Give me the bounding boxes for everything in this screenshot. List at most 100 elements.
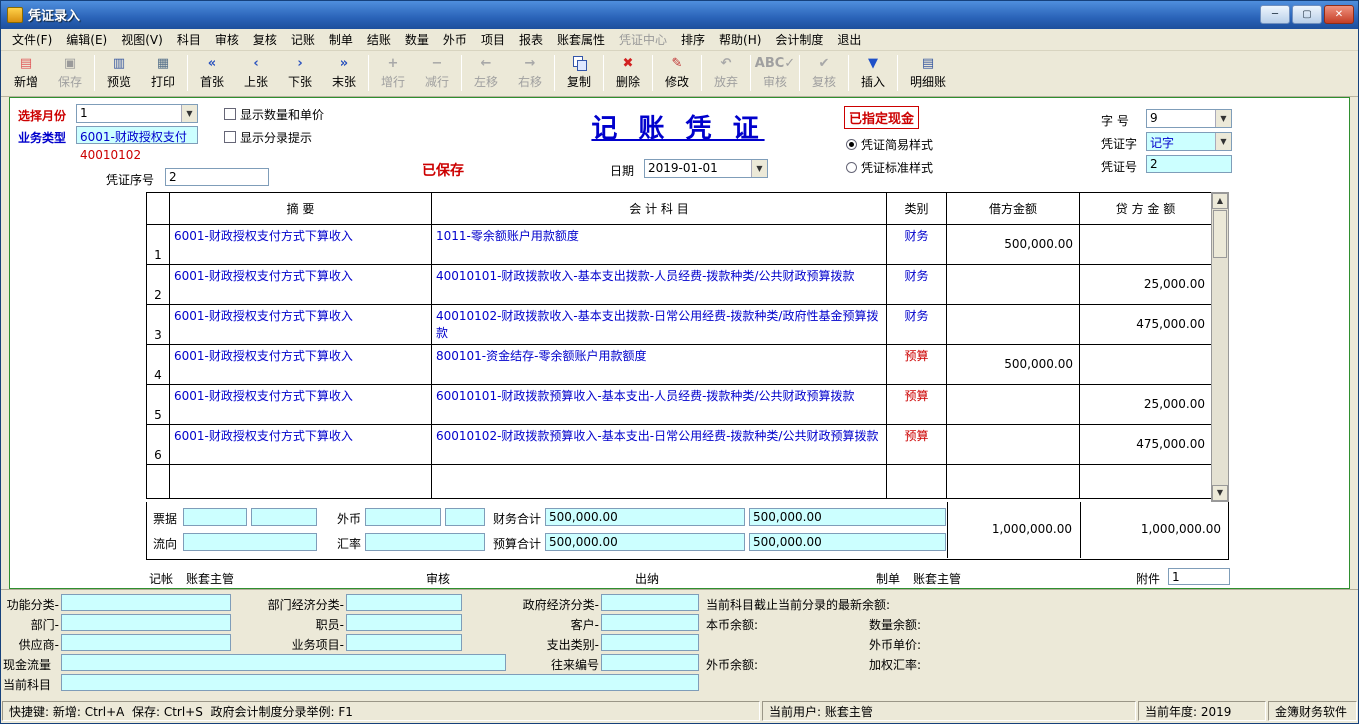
menu-file[interactable]: 文件(F) — [5, 29, 59, 50]
attachment-count-input[interactable]: 1 — [1168, 568, 1230, 585]
toolbar-preview-button[interactable]: ▥预览 — [97, 52, 141, 94]
voucher-no-input[interactable]: 2 — [1146, 155, 1232, 173]
menu-accounting-system[interactable]: 会计制度 — [768, 29, 830, 50]
menu-ledger-properties[interactable]: 账套属性 — [550, 29, 612, 50]
toolbar-next-button[interactable]: ›下张 — [278, 52, 322, 94]
bookkeeper-value: 账套主管 — [186, 570, 234, 587]
show-entry-tip-checkbox[interactable]: 显示分录提示 — [224, 129, 312, 146]
table-row[interactable]: 2 6001-财政授权支付方式下算收入 40010101-财政拨款收入-基本支出… — [147, 264, 1212, 304]
cash-flow-field[interactable] — [61, 654, 506, 671]
toolbar-new-button[interactable]: ▤新增 — [4, 52, 48, 94]
menu-bookkeeping[interactable]: 记账 — [284, 29, 322, 50]
scroll-down-icon[interactable]: ▼ — [1212, 485, 1228, 501]
menu-edit[interactable]: 编辑(E) — [59, 29, 114, 50]
window-title: 凭证录入 — [28, 5, 1260, 24]
func-class-label: 功能分类- — [1, 596, 59, 613]
audit-icon: ABC✓ — [755, 56, 795, 72]
chevron-down-icon[interactable]: ▼ — [751, 160, 767, 177]
toolbar-insert-button[interactable]: ▼插入 — [851, 52, 895, 94]
toolbar-move-right-button[interactable]: →右移 — [508, 52, 552, 94]
maximize-button[interactable]: ▢ — [1292, 5, 1322, 24]
voucher-word-select[interactable]: 记字 ▼ — [1146, 132, 1232, 151]
toolbar-detail-ledger-button[interactable]: ▤明细账 — [900, 52, 956, 94]
customer-field[interactable] — [601, 614, 699, 631]
menu-recheck[interactable]: 复核 — [246, 29, 284, 50]
current-subject-field[interactable] — [61, 674, 699, 691]
cash-flow-label: 现金流量 — [3, 656, 51, 673]
toolbar-remove-row-button[interactable]: −减行 — [415, 52, 459, 94]
rate-input[interactable] — [365, 533, 485, 551]
flow-input[interactable] — [183, 533, 317, 551]
menu-exit[interactable]: 退出 — [830, 29, 868, 50]
balance-title: 当前科目截止当前分录的最新余额: — [706, 596, 890, 613]
staff-field[interactable] — [346, 614, 462, 631]
voucher-seq-input[interactable]: 2 — [165, 168, 269, 186]
toolbar-previous-button[interactable]: ‹上张 — [234, 52, 278, 94]
menu-quantity[interactable]: 数量 — [398, 29, 436, 50]
toolbar-save-button[interactable]: ▣保存 — [48, 52, 92, 94]
menu-voucher-center[interactable]: 凭证中心 — [612, 29, 674, 50]
toolbar-edit-button[interactable]: ✎修改 — [655, 52, 699, 94]
toolbar-audit-button[interactable]: ABC✓审核 — [753, 52, 797, 94]
menu-project[interactable]: 项目 — [474, 29, 512, 50]
bill-input-2[interactable] — [251, 508, 317, 526]
table-row[interactable]: 1 6001-财政授权支付方式下算收入 1011-零余额账户用款额度 财务 50… — [147, 224, 1212, 264]
voucher-form-area: 选择月份 1 ▼ 显示数量和单价 业务类型 6001-财政授权支付 显示分录提示… — [9, 97, 1350, 590]
chevron-down-icon[interactable]: ▼ — [181, 105, 197, 122]
toolbar-add-row-button[interactable]: +增行 — [371, 52, 415, 94]
business-type-value[interactable]: 6001-财政授权支付 — [76, 126, 198, 144]
menu-view[interactable]: 视图(V) — [114, 29, 170, 50]
menu-sort[interactable]: 排序 — [674, 29, 712, 50]
menu-foreign-currency[interactable]: 外币 — [436, 29, 474, 50]
biz-project-field[interactable] — [346, 634, 462, 651]
func-class-field[interactable] — [61, 594, 231, 611]
edit-icon: ✎ — [672, 56, 683, 72]
foreign-currency-input-2[interactable] — [445, 508, 485, 526]
table-row[interactable]: 5 6001-财政授权支付方式下算收入 60010101-财政拨款预算收入-基本… — [147, 384, 1212, 424]
zihao-select[interactable]: 9 ▼ — [1146, 109, 1232, 128]
show-qty-checkbox[interactable]: 显示数量和单价 — [224, 106, 324, 123]
toolbar-move-left-button[interactable]: ←左移 — [464, 52, 508, 94]
simple-style-radio[interactable]: 凭证简易样式 — [846, 136, 933, 153]
previous-page-icon: ‹ — [253, 56, 258, 72]
toolbar-delete-button[interactable]: ✖删除 — [606, 52, 650, 94]
delete-icon: ✖ — [623, 56, 634, 72]
expense-type-field[interactable] — [601, 634, 699, 651]
menu-subject[interactable]: 科目 — [170, 29, 208, 50]
dept-econ-field[interactable] — [346, 594, 462, 611]
grand-total-debit: 1,000,000.00 — [947, 502, 1080, 558]
supplier-field[interactable] — [61, 634, 231, 651]
scroll-up-icon[interactable]: ▲ — [1212, 193, 1228, 209]
standard-style-radio[interactable]: 凭证标准样式 — [846, 159, 933, 176]
month-select[interactable]: 1 ▼ — [76, 104, 198, 123]
toolbar-copy-button[interactable]: 复制 — [557, 52, 601, 94]
menu-audit[interactable]: 审核 — [208, 29, 246, 50]
foreign-currency-input-1[interactable] — [365, 508, 441, 526]
bill-input-1[interactable] — [183, 508, 247, 526]
menu-report[interactable]: 报表 — [512, 29, 550, 50]
table-row[interactable]: 4 6001-财政授权支付方式下算收入 800101-资金结存-零余额账户用款额… — [147, 344, 1212, 384]
toolbar-recheck-button[interactable]: ✔复核 — [802, 52, 846, 94]
contact-no-field[interactable] — [601, 654, 699, 671]
menu-closing[interactable]: 结账 — [360, 29, 398, 50]
minimize-button[interactable]: ─ — [1260, 5, 1290, 24]
chevron-down-icon[interactable]: ▼ — [1215, 110, 1231, 127]
gov-econ-field[interactable] — [601, 594, 699, 611]
biz-project-label: 业务项目- — [241, 636, 344, 653]
bill-label: 票据 — [153, 510, 177, 527]
menu-prepare[interactable]: 制单 — [322, 29, 360, 50]
toolbar-discard-button[interactable]: ↶放弃 — [704, 52, 748, 94]
toolbar-print-button[interactable]: ▦打印 — [141, 52, 185, 94]
chevron-down-icon[interactable]: ▼ — [1215, 133, 1231, 150]
toolbar-first-button[interactable]: «首张 — [190, 52, 234, 94]
close-button[interactable]: ✕ — [1324, 5, 1354, 24]
date-select[interactable]: 2019-01-01 ▼ — [644, 159, 768, 178]
menu-help[interactable]: 帮助(H) — [712, 29, 768, 50]
table-scrollbar[interactable]: ▲ ▼ — [1211, 192, 1229, 502]
dept-field[interactable] — [61, 614, 231, 631]
scrollbar-thumb[interactable] — [1213, 210, 1227, 258]
table-row[interactable]: 3 6001-财政授权支付方式下算收入 40010102-财政拨款收入-基本支出… — [147, 304, 1212, 344]
toolbar-last-button[interactable]: »末张 — [322, 52, 366, 94]
table-row[interactable]: 6 6001-财政授权支付方式下算收入 60010102-财政拨款预算收入-基本… — [147, 424, 1212, 464]
table-row-empty[interactable] — [147, 464, 1212, 498]
